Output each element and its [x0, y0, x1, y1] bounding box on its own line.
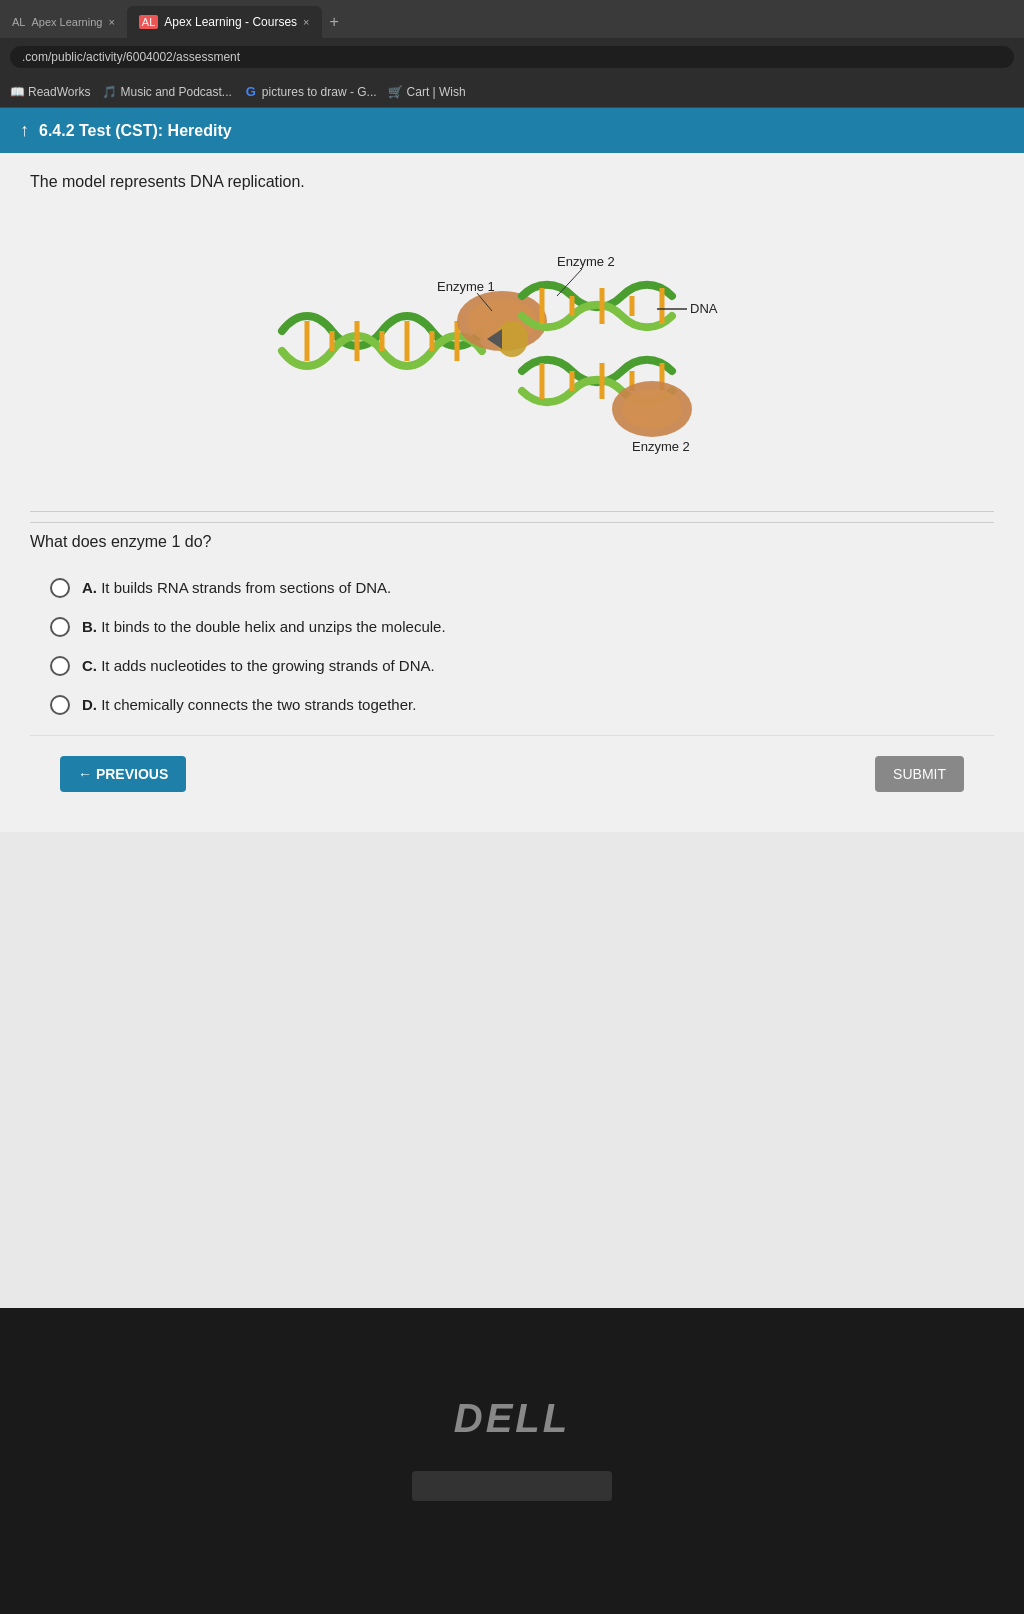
answer-body-c: It adds nucleotides to the growing stran… — [101, 657, 435, 674]
answer-option-a[interactable]: A. It builds RNA strands from sections o… — [50, 577, 994, 598]
music-icon: 🎵 — [102, 85, 116, 99]
address-bar[interactable]: .com/public/activity/6004002/assessment — [10, 46, 1014, 68]
radio-b[interactable] — [50, 617, 70, 637]
question-context: The model represents DNA replication. — [30, 173, 994, 191]
answer-option-b[interactable]: B. It binds to the double helix and unzi… — [50, 616, 994, 637]
answer-body-b: It binds to the double helix and unzips … — [101, 618, 445, 635]
tab-bar: AL Apex Learning × AL Apex Learning - Co… — [0, 0, 1024, 38]
answer-text-b: B. It binds to the double helix and unzi… — [82, 616, 446, 637]
page-title: 6.4.2 Test (CST): Heredity — [39, 122, 232, 140]
dell-logo: DELL — [454, 1396, 570, 1441]
back-arrow-icon[interactable]: ↑ — [20, 120, 29, 141]
bottom-bar: ← PREVIOUS SUBMIT — [30, 735, 994, 812]
dna-diagram: DNA — [30, 211, 994, 491]
tab-close-active-icon[interactable]: × — [303, 16, 309, 28]
answer-option-d[interactable]: D. It chemically connects the two strand… — [50, 694, 994, 715]
bookmark-pictures[interactable]: G pictures to draw - G... — [244, 85, 377, 99]
bookmark-cart[interactable]: 🛒 Cart | Wish — [389, 85, 466, 99]
previous-button[interactable]: ← PREVIOUS — [60, 756, 186, 792]
radio-c[interactable] — [50, 656, 70, 676]
answer-body-d: It chemically connects the two strands t… — [101, 696, 416, 713]
separator — [30, 511, 994, 512]
answer-option-c[interactable]: C. It adds nucleotides to the growing st… — [50, 655, 994, 676]
tab-label: Apex Learning — [31, 16, 102, 28]
enzyme2-bottom-label-text: Enzyme 2 — [632, 439, 690, 454]
readworks-icon: 📖 — [10, 85, 24, 99]
tab-close-icon[interactable]: × — [108, 16, 114, 28]
radio-d[interactable] — [50, 695, 70, 715]
page-content: ↑ 6.4.2 Test (CST): Heredity The model r… — [0, 108, 1024, 1308]
bookmark-music-label: Music and Podcast... — [120, 85, 231, 99]
dna-illustration: DNA — [262, 221, 762, 481]
answer-letter-c: C. — [82, 657, 97, 674]
svg-point-21 — [622, 389, 682, 429]
bookmarks-bar: 📖 ReadWorks 🎵 Music and Podcast... G pic… — [0, 76, 1024, 108]
answer-body-a: It builds RNA strands from sections of D… — [101, 579, 391, 596]
tab-add-button[interactable]: + — [322, 13, 347, 31]
answer-letter-d: D. — [82, 696, 97, 713]
answer-text-a: A. It builds RNA strands from sections o… — [82, 577, 391, 598]
bookmark-music[interactable]: 🎵 Music and Podcast... — [102, 85, 231, 99]
enzyme1-label-text: Enzyme 1 — [437, 279, 495, 294]
answer-letter-b: B. — [82, 618, 97, 635]
answer-options: A. It builds RNA strands from sections o… — [30, 567, 994, 735]
bookmark-readworks-label: ReadWorks — [28, 85, 90, 99]
laptop-trackpad — [412, 1471, 612, 1501]
tab-favicon: AL — [12, 16, 25, 28]
answer-text-c: C. It adds nucleotides to the growing st… — [82, 655, 435, 676]
answer-letter-a: A. — [82, 579, 97, 596]
tab-favicon-active: AL — [139, 15, 158, 29]
radio-a[interactable] — [50, 578, 70, 598]
apex-nav: ↑ 6.4.2 Test (CST): Heredity — [0, 108, 1024, 153]
cart-icon: 🛒 — [389, 85, 403, 99]
tab-apex-courses[interactable]: AL Apex Learning - Courses × — [127, 6, 322, 38]
tab-apex-learning[interactable]: AL Apex Learning × — [0, 6, 127, 38]
test-container: The model represents DNA replication. — [0, 153, 1024, 832]
address-text: .com/public/activity/6004002/assessment — [22, 50, 240, 64]
dna-label: DNA — [690, 301, 718, 316]
tab-label-active: Apex Learning - Courses — [164, 15, 297, 29]
address-bar-row: .com/public/activity/6004002/assessment — [0, 38, 1024, 76]
browser-chrome: AL Apex Learning × AL Apex Learning - Co… — [0, 0, 1024, 108]
laptop-bottom: DELL — [0, 1308, 1024, 1588]
bookmark-readworks[interactable]: 📖 ReadWorks — [10, 85, 90, 99]
enzyme2-top-label-text: Enzyme 2 — [557, 254, 615, 269]
google-icon: G — [244, 85, 258, 99]
question-prompt: What does enzyme 1 do? — [30, 522, 994, 551]
bookmark-pictures-label: pictures to draw - G... — [262, 85, 377, 99]
bookmark-cart-label: Cart | Wish — [407, 85, 466, 99]
answer-text-d: D. It chemically connects the two strand… — [82, 694, 416, 715]
submit-button[interactable]: SUBMIT — [875, 756, 964, 792]
dna-svg-wrapper: DNA — [262, 221, 762, 481]
